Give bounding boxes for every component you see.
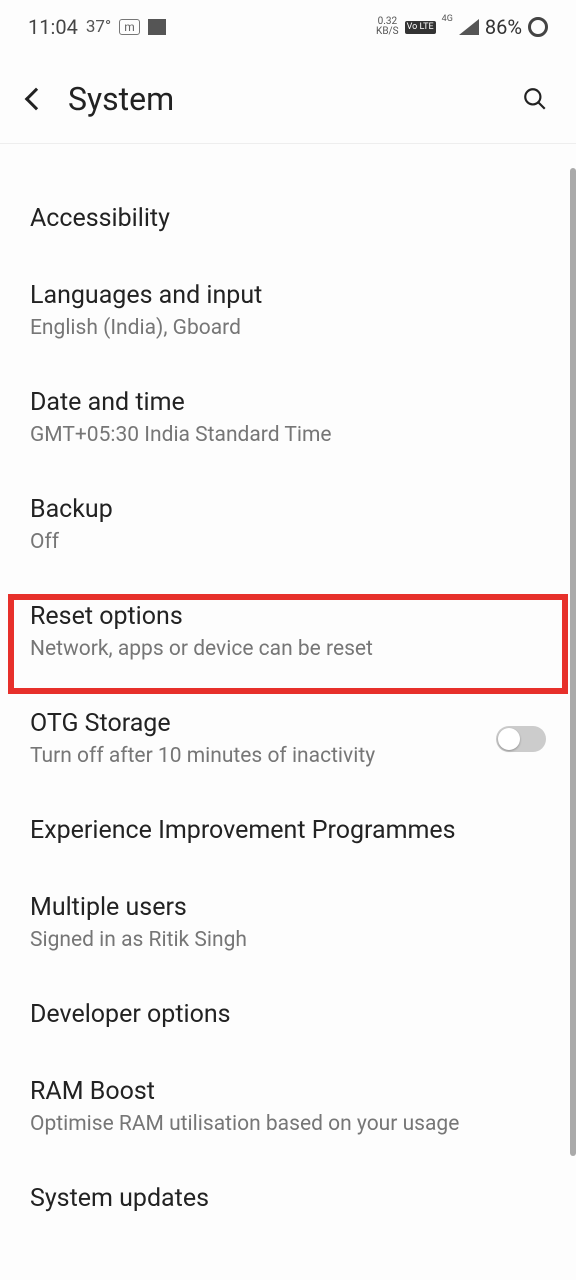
- item-title: Backup: [30, 495, 546, 524]
- item-title: Reset options: [30, 602, 546, 631]
- item-title: OTG Storage: [30, 709, 496, 738]
- back-icon[interactable]: [25, 87, 48, 110]
- signal-icon: [459, 19, 479, 35]
- battery-percent: 86%: [485, 15, 522, 39]
- status-bar: 11:04 37° m 0.32 KB/S Vo LTE 4G 86%: [0, 0, 576, 54]
- otg-toggle[interactable]: [496, 726, 546, 752]
- search-icon[interactable]: [522, 86, 548, 112]
- settings-list: Accessibility Languages and input Englis…: [0, 144, 576, 1237]
- status-right: 0.32 KB/S Vo LTE 4G 86%: [376, 15, 548, 39]
- status-left: 11:04 37° m: [28, 15, 166, 39]
- network-type: 4G: [442, 14, 453, 24]
- item-subtitle: Network, apps or device can be reset: [30, 637, 546, 661]
- item-title: Experience Improvement Programmes: [30, 816, 546, 845]
- experience-item[interactable]: Experience Improvement Programmes: [0, 792, 576, 869]
- app-bar: System: [0, 54, 576, 144]
- item-title: Accessibility: [30, 204, 546, 233]
- volte-icon: Vo LTE: [405, 21, 436, 34]
- speed-unit: KB/S: [376, 27, 399, 37]
- item-subtitle: Signed in as Ritik Singh: [30, 928, 546, 952]
- scrollbar[interactable]: [570, 168, 576, 1156]
- item-subtitle: Turn off after 10 minutes of inactivity: [30, 744, 496, 768]
- accessibility-item[interactable]: Accessibility: [0, 144, 576, 257]
- item-title: Multiple users: [30, 893, 546, 922]
- gallery-icon: [148, 19, 166, 35]
- otg-storage-item[interactable]: OTG Storage Turn off after 10 minutes of…: [0, 685, 576, 792]
- item-subtitle: English (India), Gboard: [30, 316, 546, 340]
- toggle-knob: [498, 728, 520, 750]
- multiple-users-item[interactable]: Multiple users Signed in as Ritik Singh: [0, 869, 576, 976]
- battery-circle-icon: [528, 17, 548, 37]
- system-updates-item[interactable]: System updates: [0, 1160, 576, 1237]
- reset-options-item[interactable]: Reset options Network, apps or device ca…: [0, 578, 576, 685]
- network-speed: 0.32 KB/S: [376, 17, 399, 37]
- item-subtitle: GMT+05:30 India Standard Time: [30, 423, 546, 447]
- temperature: 37°: [86, 17, 111, 37]
- item-title: System updates: [30, 1184, 546, 1213]
- item-subtitle: Off: [30, 530, 546, 554]
- developer-options-item[interactable]: Developer options: [0, 976, 576, 1053]
- clock: 11:04: [28, 15, 78, 39]
- m-app-icon: m: [119, 19, 140, 35]
- item-title: Languages and input: [30, 281, 546, 310]
- languages-item[interactable]: Languages and input English (India), Gbo…: [0, 257, 576, 364]
- item-title: Developer options: [30, 1000, 546, 1029]
- ram-boost-item[interactable]: RAM Boost Optimise RAM utilisation based…: [0, 1053, 576, 1160]
- item-subtitle: Optimise RAM utilisation based on your u…: [30, 1112, 546, 1136]
- item-title: RAM Boost: [30, 1077, 546, 1106]
- page-title: System: [68, 80, 498, 118]
- item-title: Date and time: [30, 388, 546, 417]
- backup-item[interactable]: Backup Off: [0, 471, 576, 578]
- datetime-item[interactable]: Date and time GMT+05:30 India Standard T…: [0, 364, 576, 471]
